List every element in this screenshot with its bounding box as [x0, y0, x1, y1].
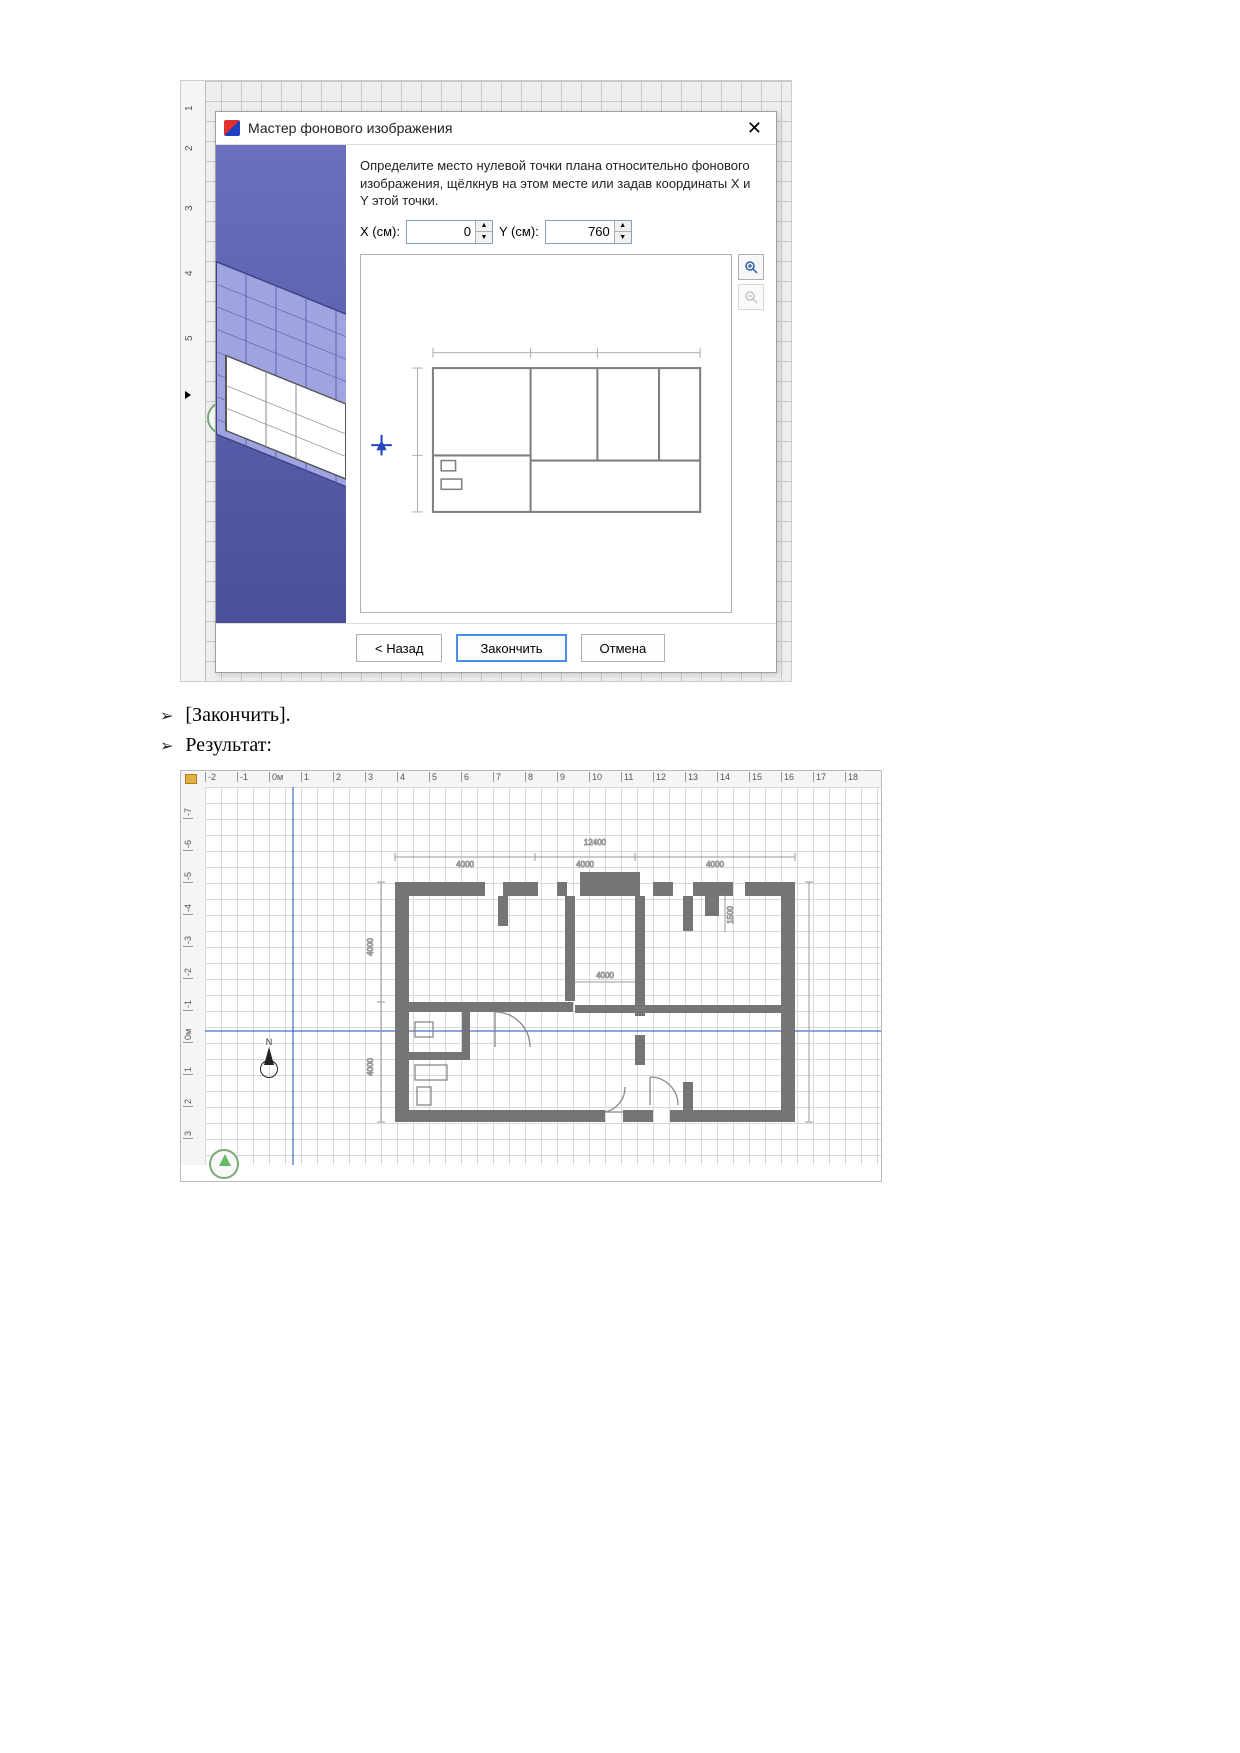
ruler-tick: 13: [685, 772, 717, 782]
svg-text:12400: 12400: [584, 838, 607, 847]
ruler-tick: 0м: [269, 772, 301, 782]
zoom-in-button[interactable]: [738, 254, 764, 280]
spin-up-icon[interactable]: ▲: [615, 221, 631, 233]
scroll-marker-icon: [185, 391, 191, 399]
x-input[interactable]: [407, 221, 475, 243]
ruler-tick: 5: [184, 335, 195, 341]
wizard-dialog: Мастер фонового изображения ✕: [215, 111, 777, 673]
svg-text:1500: 1500: [726, 906, 735, 924]
ruler-tick: 7: [493, 772, 525, 782]
ruler-corner-icon: [181, 771, 206, 788]
ruler-vertical: -7-6-5-4-3-2-10м123: [181, 787, 206, 1165]
svg-text:4000: 4000: [576, 860, 594, 869]
svg-text:4000: 4000: [456, 860, 474, 869]
spin-up-icon[interactable]: ▲: [476, 221, 492, 233]
ruler-tick: -1: [183, 979, 193, 1011]
cancel-button[interactable]: Отмена: [581, 634, 666, 662]
dialog-titlebar: Мастер фонового изображения ✕: [216, 112, 776, 145]
dialog-side-graphic: [216, 145, 346, 623]
nav-arrow-icon[interactable]: [209, 1149, 239, 1179]
ruler-tick: 11: [621, 772, 653, 782]
result-canvas[interactable]: 12400 4000 4000 4000: [205, 787, 881, 1165]
ruler-tick: 17: [813, 772, 845, 782]
bullet-arrow-icon: ➢: [160, 735, 173, 759]
ruler-horizontal: -2-10м123456789101112131415161718: [205, 771, 881, 788]
svg-text:4000: 4000: [596, 971, 614, 980]
ruler-tick: 15: [749, 772, 781, 782]
ruler-tick: 5: [429, 772, 461, 782]
step-text: [Закончить].: [185, 700, 290, 730]
close-icon[interactable]: ✕: [741, 117, 768, 139]
ruler-tick: -7: [183, 787, 193, 819]
ruler-tick: 1: [301, 772, 333, 782]
ruler-tick: 2: [184, 145, 195, 151]
ruler-vertical: 1 2 3 4 5: [181, 81, 206, 681]
svg-text:4000: 4000: [366, 1058, 375, 1076]
ruler-tick: 6: [461, 772, 493, 782]
compass-icon: N: [260, 1037, 278, 1078]
app-icon: [224, 120, 240, 136]
instruction-text: Определите место нулевой точки плана отн…: [360, 157, 762, 210]
finish-button[interactable]: Закончить: [456, 634, 566, 662]
back-button[interactable]: < Назад: [356, 634, 442, 662]
ruler-tick: 12: [653, 772, 685, 782]
ruler-tick: -3: [183, 915, 193, 947]
ruler-tick: 9: [557, 772, 589, 782]
compass-label: N: [260, 1037, 278, 1047]
y-spinner[interactable]: ▲ ▼: [545, 220, 632, 244]
ruler-tick: 3: [183, 1107, 193, 1139]
ruler-tick: 1: [184, 105, 195, 111]
spin-down-icon[interactable]: ▼: [476, 232, 492, 243]
svg-text:4000: 4000: [706, 860, 724, 869]
ruler-tick: 3: [365, 772, 397, 782]
ruler-tick: 14: [717, 772, 749, 782]
y-label: Y (см):: [499, 224, 539, 239]
ruler-tick: 10: [589, 772, 621, 782]
x-label: X (см):: [360, 224, 400, 239]
y-input[interactable]: [546, 221, 614, 243]
dialog-title: Мастер фонового изображения: [248, 120, 741, 136]
ruler-tick: -2: [205, 772, 237, 782]
step-list: ➢ [Закончить]. ➢ Результат:: [160, 700, 1180, 760]
screenshot-result: -2-10м123456789101112131415161718 -7-6-5…: [180, 770, 882, 1182]
ruler-tick: -1: [237, 772, 269, 782]
ruler-tick: 18: [845, 772, 877, 782]
ruler-tick: 2: [333, 772, 365, 782]
ruler-tick: -5: [183, 851, 193, 883]
zoom-out-button[interactable]: [738, 284, 764, 310]
screenshot-dialog: 1 2 3 4 5 Мастер фонового изображения ✕: [180, 80, 792, 682]
ruler-tick: 16: [781, 772, 813, 782]
ruler-tick: -2: [183, 947, 193, 979]
ruler-tick: 8: [525, 772, 557, 782]
ruler-tick: 1: [183, 1043, 193, 1075]
ruler-tick: -6: [183, 819, 193, 851]
ruler-tick: 3: [184, 205, 195, 211]
step-text: Результат:: [185, 730, 272, 760]
x-spinner[interactable]: ▲ ▼: [406, 220, 493, 244]
ruler-tick: 0м: [183, 1011, 193, 1043]
ruler-tick: -4: [183, 883, 193, 915]
ruler-tick: 4: [397, 772, 429, 782]
ruler-tick: 2: [183, 1075, 193, 1107]
ruler-tick: 4: [184, 270, 195, 276]
dialog-button-row: < Назад Закончить Отмена: [216, 623, 776, 672]
bullet-arrow-icon: ➢: [160, 705, 173, 729]
spin-down-icon[interactable]: ▼: [615, 232, 631, 243]
preview-canvas[interactable]: [360, 254, 732, 613]
svg-text:4000: 4000: [366, 938, 375, 956]
